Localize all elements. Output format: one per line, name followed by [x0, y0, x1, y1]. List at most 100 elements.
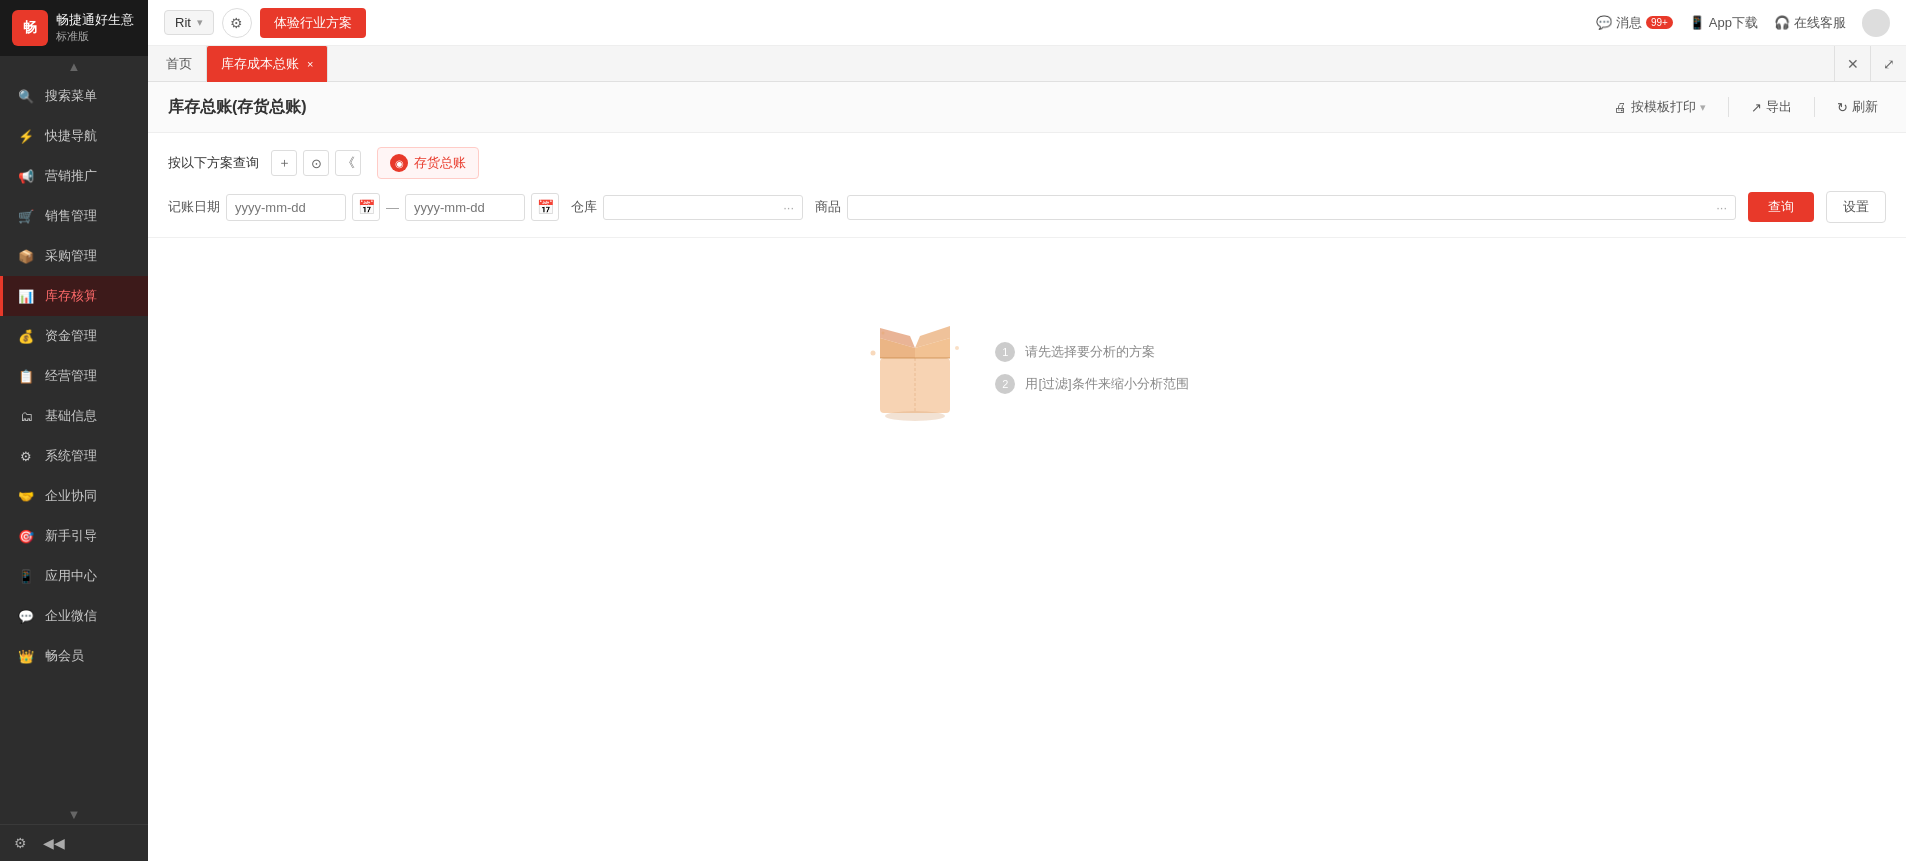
scheme-item[interactable]: ◉ 存货总账	[377, 147, 479, 179]
warehouse-label: 仓库	[571, 198, 597, 216]
sidebar-item-label: 采购管理	[45, 247, 97, 265]
headset-icon: 🎧	[1774, 15, 1790, 30]
close-page-btn[interactable]: ✕	[1834, 46, 1870, 82]
filter-label: 按以下方案查询	[168, 154, 259, 172]
date-from-calendar-btn[interactable]: 📅	[352, 193, 380, 221]
basic-icon: 🗂	[17, 407, 35, 425]
sidebar-item-label: 经营管理	[45, 367, 97, 385]
date-to-calendar-btn[interactable]: 📅	[531, 193, 559, 221]
tip-item-1: 1 请先选择要分析的方案	[995, 342, 1188, 362]
add-scheme-btn[interactable]: ＋	[271, 150, 297, 176]
svg-point-6	[885, 411, 945, 421]
tab-label: 首页	[166, 55, 192, 73]
settings-filter-btn[interactable]: 设置	[1826, 191, 1886, 223]
tip-item-2: 2 用[过滤]条件来缩小分析范围	[995, 374, 1188, 394]
refresh-btn[interactable]: ↻ 刷新	[1829, 94, 1886, 120]
sidebar-item-app-center[interactable]: 📱 应用中心	[0, 556, 148, 596]
print-template-btn[interactable]: 🖨 按模板打印 ▾	[1606, 94, 1714, 120]
svg-point-5	[882, 332, 885, 335]
sidebar-item-search[interactable]: 🔍 搜索菜单	[0, 76, 148, 116]
warehouse-selector[interactable]: ···	[603, 195, 803, 220]
empty-state-content: 1 请先选择要分析的方案 2 用[过滤]条件来缩小分析范围	[865, 318, 1188, 418]
sidebar-item-vip[interactable]: 👑 畅会员	[0, 636, 148, 676]
logo-name: 畅捷通好生意	[56, 12, 134, 29]
sidebar-item-system[interactable]: ⚙ 系统管理	[0, 436, 148, 476]
main-area: Rit ▾ ⚙ 体验行业方案 💬 消息 99+ 📱 App下载 🎧 在线客服	[148, 0, 1906, 861]
sidebar-item-guide[interactable]: 🎯 新手引导	[0, 516, 148, 556]
page-header-actions: 🖨 按模板打印 ▾ ↗ 导出 ↻ 刷新	[1606, 94, 1886, 120]
sidebar-item-label: 应用中心	[45, 567, 97, 585]
sidebar-item-quick-nav[interactable]: ⚡ 快捷导航	[0, 116, 148, 156]
calendar-icon-2: 📅	[537, 199, 554, 215]
tab-inventory-cost[interactable]: 库存成本总账 ×	[207, 46, 328, 82]
settings-btn[interactable]: ⚙	[14, 835, 27, 851]
divider2	[1814, 97, 1815, 117]
message-btn[interactable]: 💬 消息 99+	[1596, 14, 1673, 32]
fold-btn[interactable]: ◀◀	[43, 835, 65, 851]
online-service-label: 在线客服	[1794, 14, 1846, 32]
sidebar-item-marketing[interactable]: 📢 营销推广	[0, 156, 148, 196]
date-separator: —	[386, 200, 399, 215]
date-to-input[interactable]	[405, 194, 525, 221]
filter-scheme-row: 按以下方案查询 ＋ ⊙ 《 ◉ 存货总账	[168, 147, 1886, 179]
calendar-icon: 📅	[358, 199, 375, 215]
filter-area: 按以下方案查询 ＋ ⊙ 《 ◉ 存货总账 记账日期	[148, 133, 1906, 238]
topbar: Rit ▾ ⚙ 体验行业方案 💬 消息 99+ 📱 App下载 🎧 在线客服	[148, 0, 1906, 46]
topbar-right: 💬 消息 99+ 📱 App下载 🎧 在线客服	[1596, 9, 1890, 37]
sidebar-item-finance[interactable]: 💰 资金管理	[0, 316, 148, 356]
svg-point-4	[955, 346, 959, 350]
sidebar-item-label: 库存核算	[45, 287, 97, 305]
sidebar-item-label: 销售管理	[45, 207, 97, 225]
online-service-btn[interactable]: 🎧 在线客服	[1774, 14, 1846, 32]
sidebar-item-basic[interactable]: 🗂 基础信息	[0, 396, 148, 436]
app-download-btn[interactable]: 📱 App下载	[1689, 14, 1758, 32]
sidebar-item-sales[interactable]: 🛒 销售管理	[0, 196, 148, 236]
product-selector[interactable]: ···	[847, 195, 1736, 220]
filter-action-btns: ＋ ⊙ 《	[271, 150, 361, 176]
sidebar-item-label: 快捷导航	[45, 127, 97, 145]
guide-icon: 🎯	[17, 527, 35, 545]
filter-fields-row: 记账日期 📅 — 📅 仓库	[168, 191, 1886, 223]
chevron-down-icon: ▾	[197, 16, 203, 29]
settings-gear-btn[interactable]: ⚙	[222, 8, 252, 38]
wechat-icon: 💬	[17, 607, 35, 625]
export-btn[interactable]: ↗ 导出	[1743, 94, 1800, 120]
scroll-down-btn[interactable]: ▼	[0, 804, 148, 824]
logo-text: 畅捷通好生意 标准版	[56, 12, 134, 43]
edit-scheme-btn[interactable]: ⊙	[303, 150, 329, 176]
sidebar-item-operation[interactable]: 📋 经营管理	[0, 356, 148, 396]
logo-sub: 标准版	[56, 29, 134, 43]
page-header: 库存总账(存货总账) 🖨 按模板打印 ▾ ↗ 导出 ↻ 刷	[148, 82, 1906, 133]
scheme-label: 存货总账	[414, 154, 466, 172]
date-from-input[interactable]	[226, 194, 346, 221]
industry-btn[interactable]: 体验行业方案	[260, 8, 366, 38]
tab-home[interactable]: 首页	[152, 46, 207, 82]
print-label: 按模板打印	[1631, 98, 1696, 116]
avatar[interactable]	[1862, 9, 1890, 37]
purchase-icon: 📦	[17, 247, 35, 265]
sidebar-item-enterprise[interactable]: 🤝 企业协同	[0, 476, 148, 516]
user-name-dropdown[interactable]: Rit ▾	[164, 10, 214, 35]
export-icon: ↗	[1751, 100, 1762, 115]
page-controls: ✕ ⤢	[1834, 46, 1906, 82]
sidebar-item-inventory[interactable]: 📊 库存核算	[0, 276, 148, 316]
enterprise-icon: 🤝	[17, 487, 35, 505]
more-icon: ···	[783, 200, 794, 215]
sidebar-item-purchase[interactable]: 📦 采购管理	[0, 236, 148, 276]
collapse-scheme-btn[interactable]: 《	[335, 150, 361, 176]
sidebar-item-wechat[interactable]: 💬 企业微信	[0, 596, 148, 636]
expand-page-btn[interactable]: ⤢	[1870, 46, 1906, 82]
sidebar-bottom: ⚙ ◀◀	[0, 824, 148, 861]
sidebar-item-label: 企业微信	[45, 607, 97, 625]
search-icon: 🔍	[17, 87, 35, 105]
scroll-up-btn[interactable]: ▲	[0, 56, 148, 76]
finance-icon: 💰	[17, 327, 35, 345]
product-field-group: 商品 ···	[815, 195, 1736, 220]
tip-text-2: 用[过滤]条件来缩小分析范围	[1025, 375, 1188, 393]
tip-number-1: 1	[995, 342, 1015, 362]
chevron-down-icon: ▾	[1700, 101, 1706, 114]
query-btn[interactable]: 查询	[1748, 192, 1814, 222]
page-content: 库存总账(存货总账) 🖨 按模板打印 ▾ ↗ 导出 ↻ 刷	[148, 82, 1906, 861]
tab-close-icon[interactable]: ×	[307, 58, 313, 70]
refresh-label: 刷新	[1852, 98, 1878, 116]
